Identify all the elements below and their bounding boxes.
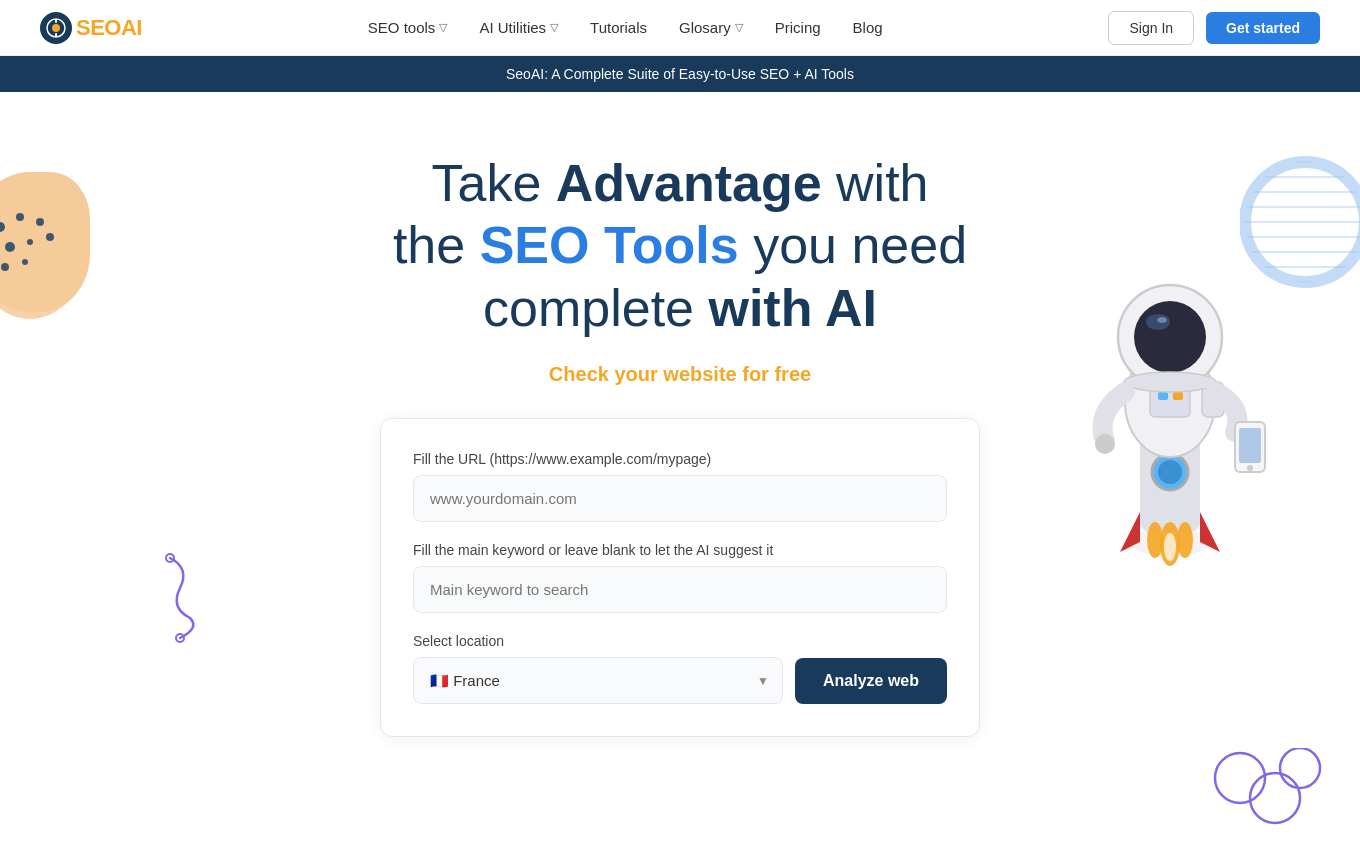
svg-point-51 — [1250, 773, 1300, 823]
nav-actions: Sign In Get started — [1108, 11, 1320, 45]
svg-rect-2 — [55, 19, 57, 23]
keyword-input[interactable] — [413, 566, 947, 613]
chevron-down-icon: ▽ — [735, 21, 743, 34]
nav-links: SEO tools ▽ AI Utilities ▽ Tutorials Glo… — [368, 19, 883, 36]
svg-point-8 — [5, 242, 15, 252]
url-input[interactable] — [413, 475, 947, 522]
analyze-button[interactable]: Analyze web — [795, 658, 947, 704]
logo-text: SEOAI — [76, 15, 142, 41]
svg-point-52 — [1280, 748, 1320, 788]
location-select-wrap: 🇫🇷 France 🇺🇸 United States 🇬🇧 United Kin… — [413, 657, 783, 704]
nav-pricing[interactable]: Pricing — [775, 19, 821, 36]
nav-glosary[interactable]: Glosary ▽ — [679, 19, 743, 36]
navbar: SEOAI SEO tools ▽ AI Utilities ▽ Tutoria… — [0, 0, 1360, 56]
hero-content: Take Advantage with the SEO Tools you ne… — [20, 152, 1340, 737]
chevron-down-icon: ▽ — [439, 21, 447, 34]
svg-point-1 — [52, 24, 60, 32]
location-row: 🇫🇷 France 🇺🇸 United States 🇬🇧 United Kin… — [413, 657, 947, 704]
sign-in-button[interactable]: Sign In — [1108, 11, 1194, 45]
hero-subtitle: Check your website for free — [20, 363, 1340, 386]
logo-icon — [40, 12, 72, 44]
svg-point-11 — [1, 263, 9, 271]
hero-section: Take Advantage with the SEO Tools you ne… — [0, 92, 1360, 852]
get-started-button[interactable]: Get started — [1206, 12, 1320, 44]
chevron-down-icon: ▽ — [550, 21, 558, 34]
nav-ai-utilities[interactable]: AI Utilities ▽ — [479, 19, 558, 36]
nav-tutorials[interactable]: Tutorials — [590, 19, 647, 36]
logo[interactable]: SEOAI — [40, 12, 142, 44]
svg-point-50 — [1215, 753, 1265, 803]
nav-blog[interactable]: Blog — [853, 19, 883, 36]
location-select-wrapper: 🇫🇷 France 🇺🇸 United States 🇬🇧 United Kin… — [413, 657, 783, 704]
url-label: Fill the URL (https://www.example.com/my… — [413, 451, 947, 467]
keyword-label: Fill the main keyword or leave blank to … — [413, 542, 947, 558]
analysis-form: Fill the URL (https://www.example.com/my… — [380, 418, 980, 737]
hero-title: Take Advantage with the SEO Tools you ne… — [20, 152, 1340, 339]
announcement-banner: SeoAI: A Complete Suite of Easy-to-Use S… — [0, 56, 1360, 92]
svg-rect-3 — [55, 33, 57, 37]
decorative-curly-right — [1210, 748, 1330, 852]
nav-seo-tools[interactable]: SEO tools ▽ — [368, 19, 448, 36]
location-label: Select location — [413, 633, 947, 649]
location-select[interactable]: 🇫🇷 France 🇺🇸 United States 🇬🇧 United Kin… — [413, 657, 783, 704]
